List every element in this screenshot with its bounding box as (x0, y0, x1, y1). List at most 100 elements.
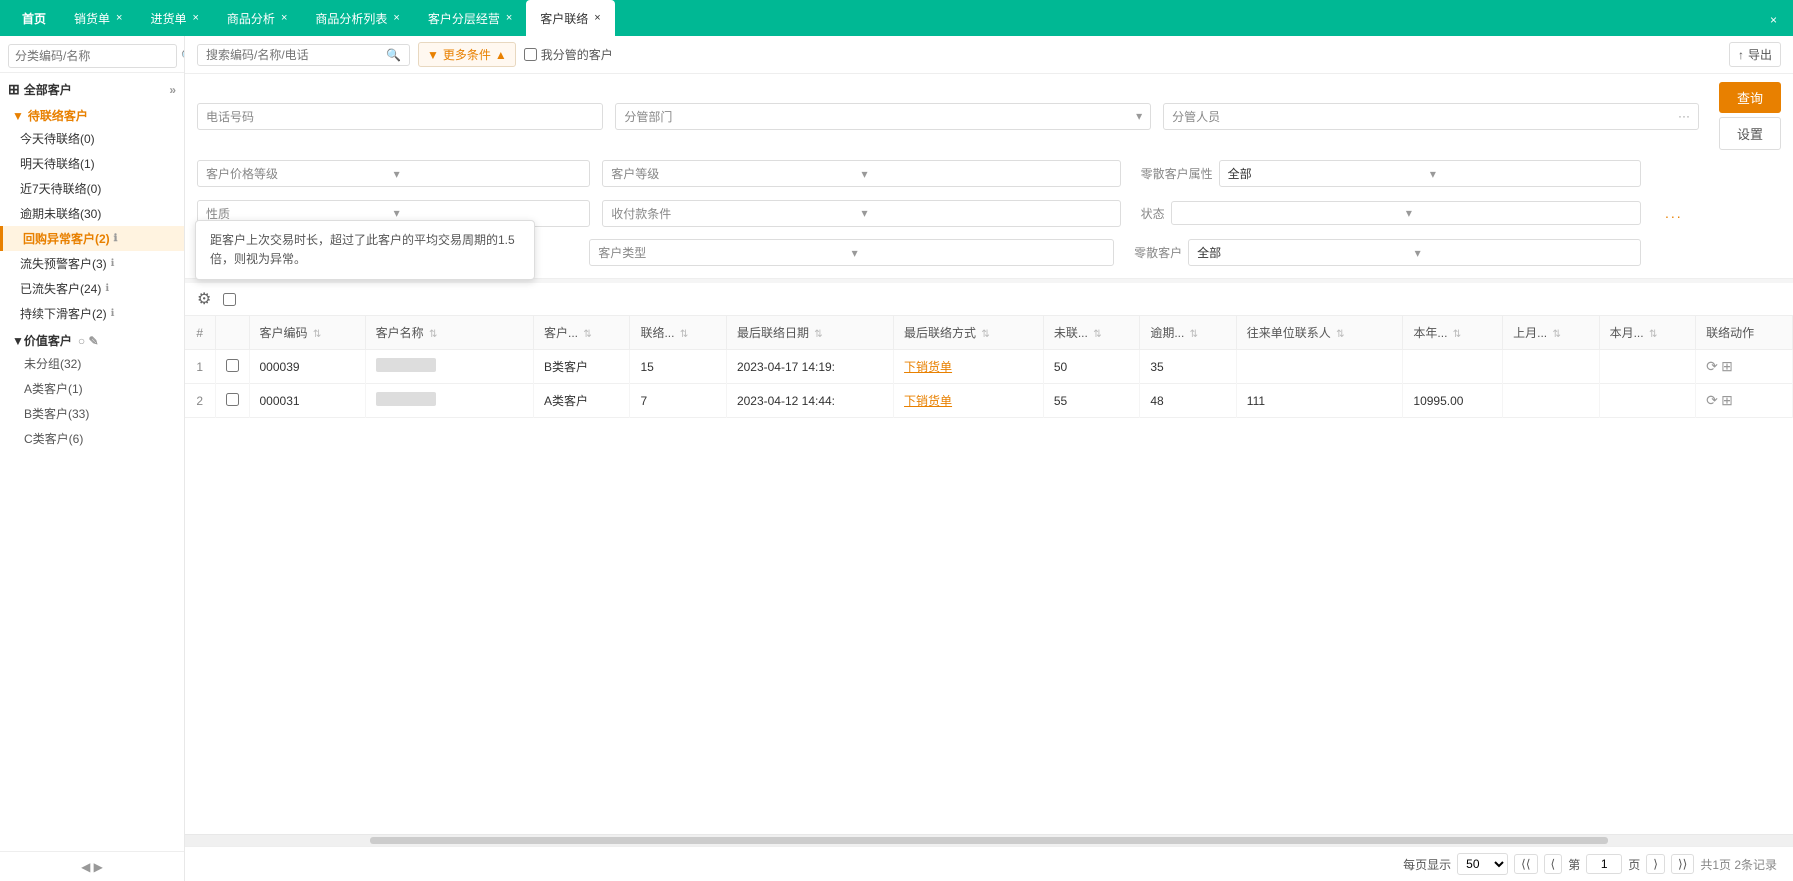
prev-page-button[interactable]: ⟨ (1544, 854, 1563, 874)
row2-link-icon[interactable]: ⟳ (1706, 392, 1718, 408)
status-select[interactable]: ▾ (1171, 201, 1641, 225)
sidebar-item-decline[interactable]: 持续下滑客户(2) ℹ (0, 301, 184, 326)
phone-filter[interactable]: 电话号码 (197, 103, 603, 130)
tab-sales-close[interactable]: × (116, 12, 122, 24)
cust-level-down-icon[interactable]: ▾ (861, 167, 1111, 181)
phone-input[interactable] (260, 109, 594, 123)
tab-purchase-close[interactable]: × (192, 12, 198, 24)
filter-search-input[interactable] (206, 48, 386, 62)
retail-attr-down-icon[interactable]: ▾ (1430, 167, 1632, 181)
lost-pre-info-icon[interactable]: ℹ (111, 258, 115, 269)
next-page-button[interactable]: ⟩ (1646, 854, 1665, 874)
sidebar-item-lost-pre[interactable]: 流失预警客户(3) ℹ (0, 251, 184, 276)
row1-last-method[interactable]: 下销货单 (894, 350, 1044, 384)
gender-down-icon[interactable]: ▾ (394, 206, 582, 220)
sidebar-pending-group[interactable]: ▼ 待联络客户 (0, 102, 184, 126)
row3-more-dots[interactable]: ... (1661, 205, 1687, 221)
retail-attr-select[interactable]: 全部 ▾ (1219, 160, 1641, 187)
set-button[interactable]: 设置 (1719, 117, 1781, 150)
row2-checkbox-cell[interactable] (215, 384, 249, 418)
dept-down-icon[interactable]: ▾ (1136, 109, 1142, 123)
tab-home[interactable]: 首页 (8, 0, 60, 36)
decline-info-icon[interactable]: ℹ (111, 308, 115, 319)
dept-filter[interactable]: 分管部门 ▾ (615, 103, 1151, 130)
price-level-filter[interactable]: 客户价格等级 ▾ (197, 160, 590, 187)
select-all-checkbox[interactable] (223, 293, 236, 306)
table-wrapper[interactable]: # 客户编码 ⇅ 客户名称 ⇅ 客户... (185, 316, 1793, 834)
sidebar-collapse-btn[interactable]: » (169, 83, 176, 97)
col-unlink-days[interactable]: 未联... ⇅ (1043, 316, 1139, 350)
status-down-icon[interactable]: ▾ (1406, 206, 1632, 220)
row1-checkbox-cell[interactable] (215, 350, 249, 384)
price-level-down-icon[interactable]: ▾ (394, 167, 582, 181)
lost-info-icon[interactable]: ℹ (105, 283, 109, 294)
sidebar-item-tomorrow[interactable]: 明天待联络(1) (0, 151, 184, 176)
sidebar-item-lost[interactable]: 已流失客户(24) ℹ (0, 276, 184, 301)
table-settings-icon[interactable]: ⚙ (197, 289, 211, 309)
my-customers-checkbox[interactable] (524, 48, 537, 61)
col-last-date[interactable]: 最后联络日期 ⇅ (726, 316, 893, 350)
sidebar-all-customers[interactable]: ⊞ 全部客户 » (0, 73, 184, 102)
row1-link-icon[interactable]: ⟳ (1706, 358, 1718, 374)
person-more-icon[interactable]: ··· (1678, 109, 1690, 123)
sidebar-item-7days[interactable]: 近7天待联络(0) (0, 176, 184, 201)
sidebar-item-overdue[interactable]: 逾期未联络(30) (0, 201, 184, 226)
cust-type-down-icon[interactable]: ▾ (852, 246, 1105, 260)
person-input[interactable] (1226, 109, 1678, 123)
query-button[interactable]: 查询 (1719, 82, 1781, 113)
scrollbar-thumb[interactable] (370, 837, 1608, 844)
per-page-select[interactable]: 50 100 200 (1457, 853, 1508, 875)
sidebar-item-today[interactable]: 今天待联络(0) (0, 126, 184, 151)
pay-terms-down-icon[interactable]: ▾ (861, 206, 1111, 220)
col-this-year[interactable]: 本年... ⇅ (1403, 316, 1503, 350)
col-this-month[interactable]: 本月... ⇅ (1599, 316, 1695, 350)
last-page-button[interactable]: ⟩⟩ (1671, 854, 1694, 874)
tab-analysis-list-close[interactable]: × (393, 12, 399, 24)
horizontal-scrollbar[interactable] (185, 834, 1793, 846)
sidebar-item-b-class[interactable]: B类客户(33) (0, 401, 184, 426)
sidebar-bottom-toggle[interactable]: ◀ ▶ (0, 851, 184, 881)
export-button[interactable]: ↑ 导出 (1729, 42, 1781, 67)
col-contact[interactable]: 联络... ⇅ (630, 316, 726, 350)
tab-sales[interactable]: 销货单 × (60, 0, 136, 36)
sidebar-value-edit-icons[interactable]: ○ ✎ (78, 334, 99, 348)
page-input[interactable] (1586, 854, 1622, 874)
tab-customer-mgmt-close[interactable]: × (506, 12, 512, 24)
row2-last-method[interactable]: 下销货单 (894, 384, 1044, 418)
tab-analysis-list[interactable]: 商品分析列表 × (301, 0, 413, 36)
sidebar-item-repurchase-abnormal[interactable]: 回购异常客户(2) ℹ (0, 226, 184, 251)
col-overdue[interactable]: 逾期... ⇅ (1140, 316, 1236, 350)
sidebar-value-group[interactable]: ▼ 价值客户 ○ ✎ (0, 326, 184, 351)
pay-terms-filter[interactable]: 收付款条件 ▾ (602, 200, 1120, 227)
row1-checkbox[interactable] (226, 359, 239, 372)
sidebar-search-input[interactable] (8, 44, 177, 68)
col-last-month[interactable]: 上月... ⇅ (1503, 316, 1599, 350)
col-name[interactable]: 客户名称 ⇅ (365, 316, 533, 350)
row2-more-icon[interactable]: ⊞ (1721, 392, 1733, 408)
col-last-method[interactable]: 最后联络方式 ⇅ (894, 316, 1044, 350)
my-customers-checkbox-label[interactable]: 我分管的客户 (524, 46, 613, 63)
sidebar-item-a-class[interactable]: A类客户(1) (0, 376, 184, 401)
col-partner-contact[interactable]: 往来单位联系人 ⇅ (1236, 316, 1403, 350)
cust-type-filter[interactable]: 客户类型 ▾ (589, 239, 1114, 266)
row1-more-icon[interactable]: ⊞ (1721, 358, 1733, 374)
sidebar-item-ungrouped[interactable]: 未分组(32) (0, 351, 184, 376)
row2-checkbox[interactable] (226, 393, 239, 406)
retail-cust-down-icon[interactable]: ▾ (1415, 246, 1632, 260)
col-code[interactable]: 客户编码 ⇅ (249, 316, 365, 350)
dept-input[interactable] (678, 109, 1136, 123)
retail-cust-select[interactable]: 全部 ▾ (1188, 239, 1641, 266)
first-page-button[interactable]: ⟨⟨ (1514, 854, 1537, 874)
filter-search-icon[interactable]: 🔍 (386, 48, 401, 62)
tab-analysis-close[interactable]: × (281, 12, 287, 24)
tab-analysis[interactable]: 商品分析 × (213, 0, 301, 36)
more-conditions-button[interactable]: ▼ 更多条件 ▲ (418, 42, 516, 67)
close-all-button[interactable]: × (1762, 8, 1785, 29)
person-filter[interactable]: 分管人员 ··· (1163, 103, 1699, 130)
cust-level-filter[interactable]: 客户等级 ▾ (602, 160, 1120, 187)
col-cust-type[interactable]: 客户... ⇅ (534, 316, 630, 350)
sidebar-item-c-class[interactable]: C类客户(6) (0, 426, 184, 451)
tab-customer-contact-close[interactable]: × (594, 12, 600, 24)
tab-customer-mgmt[interactable]: 客户分层经营 × (414, 0, 526, 36)
tab-customer-contact[interactable]: 客户联络 × (526, 0, 614, 36)
